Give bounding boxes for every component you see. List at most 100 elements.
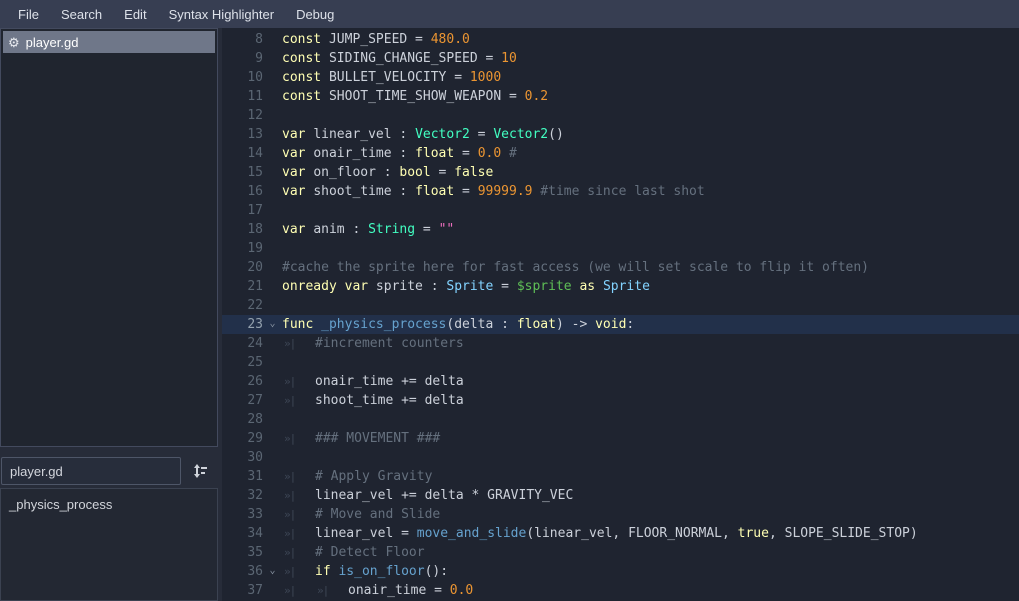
code-line[interactable]: 20#cache the sprite here for fast access… <box>222 258 1019 277</box>
code-text: »|linear_vel = move_and_slide(linear_vel… <box>282 524 1019 543</box>
tab-marker: »| <box>282 467 315 486</box>
code-text: »|onair_time += delta <box>282 372 1019 391</box>
line-number: 13 <box>222 125 263 144</box>
code-line[interactable]: 29»|### MOVEMENT ### <box>222 429 1019 448</box>
code-line[interactable]: 27»|shoot_time += delta <box>222 391 1019 410</box>
code-line[interactable]: 21onready var sprite : Sprite = $sprite … <box>222 277 1019 296</box>
code-text: »|#increment counters <box>282 334 1019 353</box>
code-line[interactable]: 22 <box>222 296 1019 315</box>
menu-search[interactable]: Search <box>51 3 112 26</box>
tab-marker: »| <box>282 543 315 562</box>
fold-gutter <box>263 486 282 505</box>
menu-syntax-highlighter[interactable]: Syntax Highlighter <box>159 3 285 26</box>
code-line[interactable]: 37»|»|onair_time = 0.0 <box>222 581 1019 600</box>
tab-marker: »| <box>282 505 315 524</box>
code-text: »|if is_on_floor(): <box>282 562 1019 581</box>
code-line[interactable]: 24»|#increment counters <box>222 334 1019 353</box>
code-text: »|# Detect Floor <box>282 543 1019 562</box>
code-line[interactable]: 8const JUMP_SPEED = 480.0 <box>222 30 1019 49</box>
line-number: 34 <box>222 524 263 543</box>
code-line[interactable]: 14var onair_time : float = 0.0 # <box>222 144 1019 163</box>
code-line[interactable]: 33»|# Move and Slide <box>222 505 1019 524</box>
fold-gutter <box>263 68 282 87</box>
fold-gutter <box>263 182 282 201</box>
code-line[interactable]: 13var linear_vel : Vector2 = Vector2() <box>222 125 1019 144</box>
fold-gutter <box>263 448 282 467</box>
code-line[interactable]: 36⌄»|if is_on_floor(): <box>222 562 1019 581</box>
fold-gutter <box>263 543 282 562</box>
tab-marker: »| <box>282 372 315 391</box>
member-list-panel[interactable]: _physics_process <box>0 488 218 601</box>
code-line[interactable]: 34 »|linear_vel = move_and_slide(linear_v… <box>222 524 1019 543</box>
code-line[interactable]: 30 <box>222 448 1019 467</box>
line-number: 11 <box>222 87 263 106</box>
line-number: 18 <box>222 220 263 239</box>
fold-gutter <box>263 581 282 600</box>
fold-gutter <box>263 296 282 315</box>
tab-marker: »| <box>282 486 315 505</box>
code-line[interactable]: 32 »|linear_vel += delta * GRAVITY_VEC <box>222 486 1019 505</box>
code-line[interactable]: 10const BULLET_VELOCITY = 1000 <box>222 68 1019 87</box>
code-line[interactable]: 15var on_floor : bool = false <box>222 163 1019 182</box>
code-line[interactable]: 35 »|# Detect Floor <box>222 543 1019 562</box>
code-text: »|# Apply Gravity <box>282 467 1019 486</box>
code-line[interactable]: 28 <box>222 410 1019 429</box>
tab-marker: »| <box>282 524 315 543</box>
code-line[interactable]: 25 <box>222 353 1019 372</box>
line-number: 9 <box>222 49 263 68</box>
code-line[interactable]: 19 <box>222 239 1019 258</box>
code-line[interactable]: 18var anim : String = "" <box>222 220 1019 239</box>
code-line[interactable]: 16var shoot_time : float = 99999.9 #time… <box>222 182 1019 201</box>
menu-edit[interactable]: Edit <box>114 3 156 26</box>
code-text: »|### MOVEMENT ### <box>282 429 1019 448</box>
line-number: 31 <box>222 467 263 486</box>
code-editor[interactable]: 8const JUMP_SPEED = 480.09const SIDING_C… <box>222 28 1019 601</box>
fold-gutter <box>263 30 282 49</box>
sort-members-button[interactable] <box>185 459 215 483</box>
line-number: 14 <box>222 144 263 163</box>
code-text: var on_floor : bool = false <box>282 163 1019 182</box>
line-number: 35 <box>222 543 263 562</box>
member-list-item[interactable]: _physics_process <box>1 493 217 515</box>
fold-gutter <box>263 220 282 239</box>
code-line[interactable]: 17 <box>222 201 1019 220</box>
code-line[interactable]: 26»|onair_time += delta <box>222 372 1019 391</box>
script-list-panel[interactable]: ⚙ player.gd <box>0 28 218 447</box>
fold-arrow-icon[interactable]: ⌄ <box>263 315 282 334</box>
code-text: »|shoot_time += delta <box>282 391 1019 410</box>
line-number: 37 <box>222 581 263 600</box>
code-text <box>282 239 1019 258</box>
script-name-field[interactable] <box>1 457 181 485</box>
line-number: 19 <box>222 239 263 258</box>
code-text: »|# Move and Slide <box>282 505 1019 524</box>
fold-gutter <box>263 429 282 448</box>
code-text: »|linear_vel += delta * GRAVITY_VEC <box>282 486 1019 505</box>
fold-gutter <box>263 49 282 68</box>
menu-debug[interactable]: Debug <box>286 3 344 26</box>
fold-arrow-icon[interactable]: ⌄ <box>263 562 282 581</box>
code-line[interactable]: 23⌄func _physics_process(delta : float) … <box>222 315 1019 334</box>
fold-gutter <box>263 467 282 486</box>
fold-gutter <box>263 125 282 144</box>
member-filter-row <box>0 457 218 485</box>
code-line[interactable]: 9const SIDING_CHANGE_SPEED = 10 <box>222 49 1019 68</box>
code-line[interactable]: 31 »|# Apply Gravity <box>222 467 1019 486</box>
code-text: onready var sprite : Sprite = $sprite as… <box>282 277 1019 296</box>
tab-marker: »| <box>282 562 315 581</box>
code-text <box>282 201 1019 220</box>
tab-marker: »| <box>282 429 315 448</box>
line-number: 17 <box>222 201 263 220</box>
code-line[interactable]: 12 <box>222 106 1019 125</box>
fold-gutter <box>263 334 282 353</box>
line-number: 30 <box>222 448 263 467</box>
code-text: func _physics_process(delta : float) -> … <box>282 315 1019 334</box>
line-number: 10 <box>222 68 263 87</box>
line-number: 28 <box>222 410 263 429</box>
fold-gutter <box>263 277 282 296</box>
script-list-item-player[interactable]: ⚙ player.gd <box>3 31 215 53</box>
code-text <box>282 106 1019 125</box>
code-line[interactable]: 11const SHOOT_TIME_SHOW_WEAPON = 0.2 <box>222 87 1019 106</box>
fold-gutter <box>263 106 282 125</box>
menu-file[interactable]: File <box>8 3 49 26</box>
line-number: 32 <box>222 486 263 505</box>
